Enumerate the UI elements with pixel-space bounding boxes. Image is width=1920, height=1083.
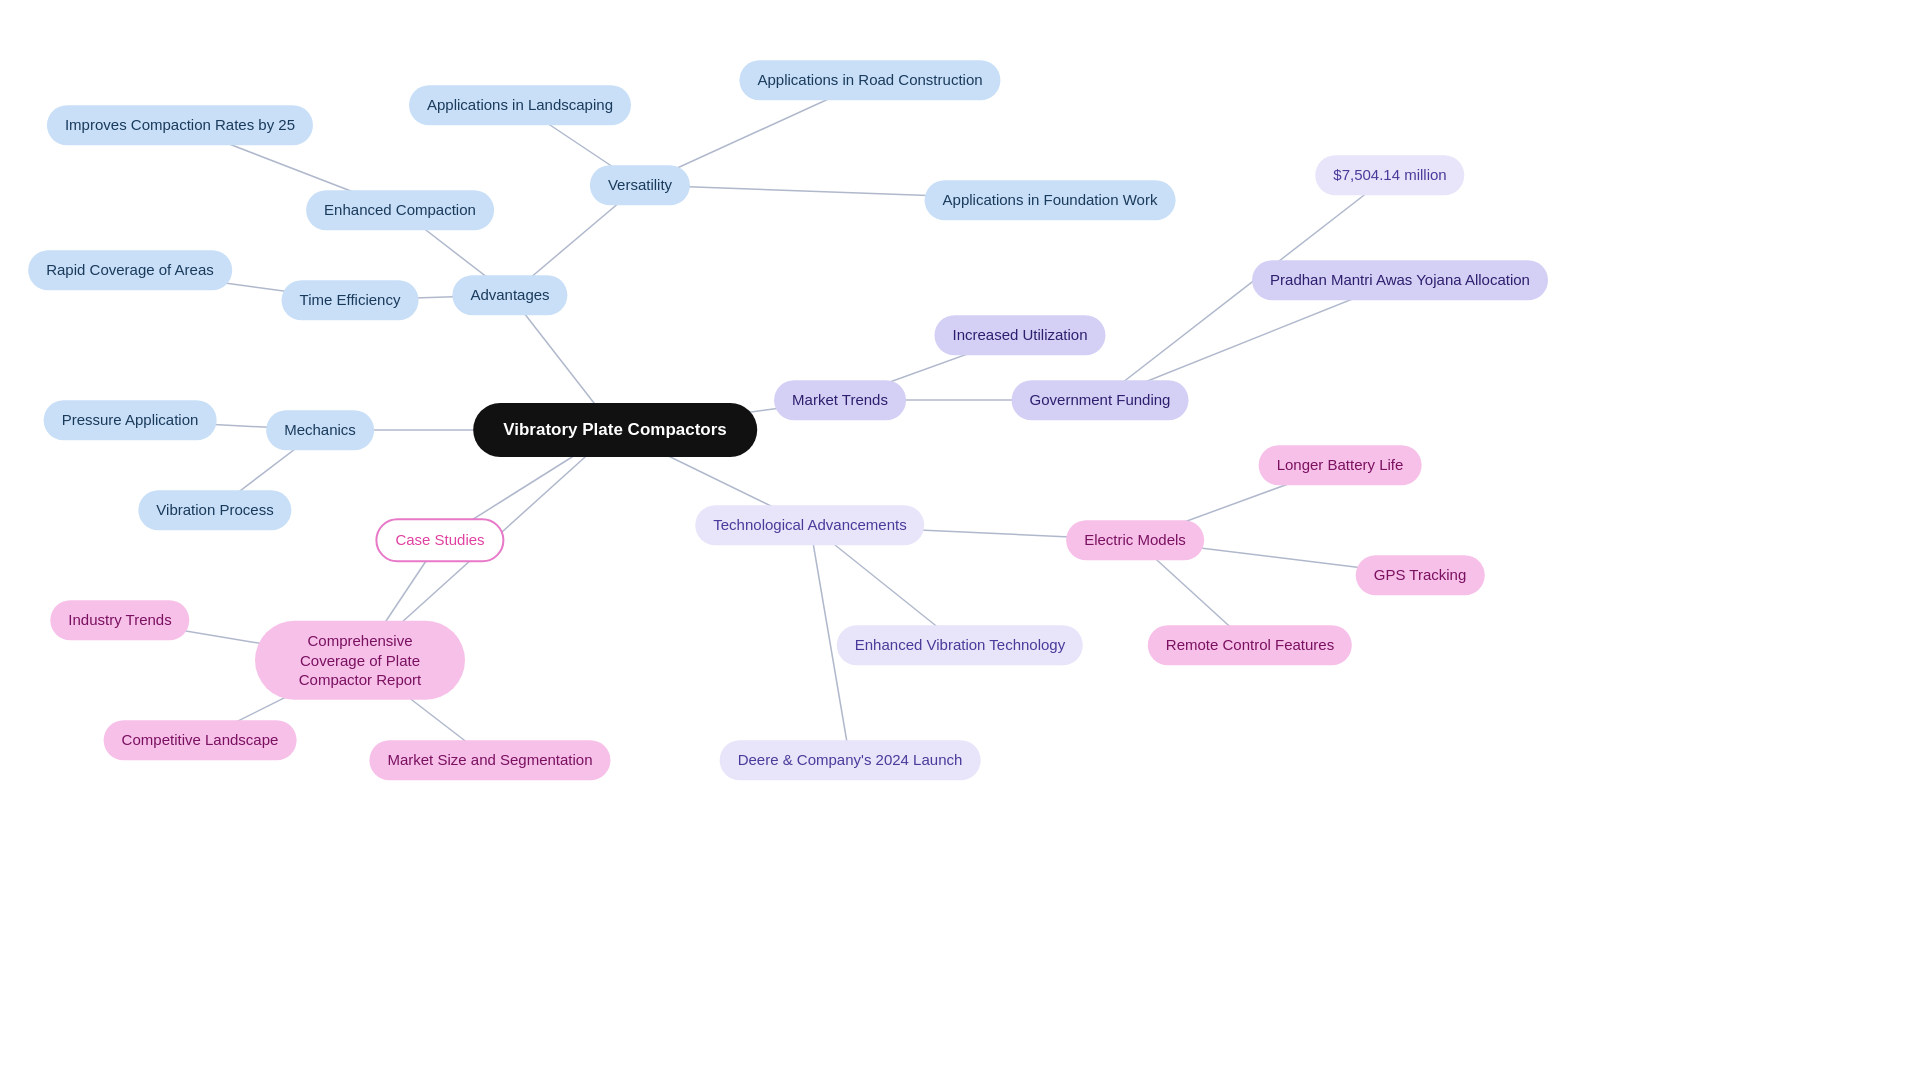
node-mechanics[interactable]: Mechanics [266, 410, 374, 450]
node-advantages[interactable]: Advantages [452, 275, 567, 315]
node-million[interactable]: $7,504.14 million [1315, 155, 1464, 195]
center-node[interactable]: Vibratory Plate Compactors [473, 403, 757, 457]
node-deere-launch[interactable]: Deere & Company's 2024 Launch [720, 740, 981, 780]
node-tech-advancements[interactable]: Technological Advancements [695, 505, 924, 545]
node-comprehensive[interactable]: Comprehensive Coverage of Plate Compacto… [255, 621, 465, 700]
node-market-size[interactable]: Market Size and Segmentation [369, 740, 610, 780]
node-enhanced-compaction[interactable]: Enhanced Compaction [306, 190, 494, 230]
node-versatility[interactable]: Versatility [590, 165, 690, 205]
node-increased-utilization[interactable]: Increased Utilization [934, 315, 1105, 355]
node-case-studies[interactable]: Case Studies [375, 518, 504, 562]
node-vibration-process[interactable]: Vibration Process [138, 490, 291, 530]
node-gps-tracking[interactable]: GPS Tracking [1356, 555, 1485, 595]
node-market-trends[interactable]: Market Trends [774, 380, 906, 420]
node-road-construction[interactable]: Applications in Road Construction [739, 60, 1000, 100]
mind-map: Vibratory Plate Compactors Advantages Mech… [0, 0, 1920, 1083]
node-competitive-landscape[interactable]: Competitive Landscape [104, 720, 297, 760]
node-rapid-coverage[interactable]: Rapid Coverage of Areas [28, 250, 232, 290]
node-foundation-work[interactable]: Applications in Foundation Work [925, 180, 1176, 220]
node-pressure-application[interactable]: Pressure Application [44, 400, 217, 440]
node-remote-control[interactable]: Remote Control Features [1148, 625, 1352, 665]
connection-lines [0, 0, 1920, 1083]
node-landscaping[interactable]: Applications in Landscaping [409, 85, 631, 125]
node-improves-compaction[interactable]: Improves Compaction Rates by 25 [47, 105, 313, 145]
node-time-efficiency[interactable]: Time Efficiency [282, 280, 419, 320]
node-government-funding[interactable]: Government Funding [1012, 380, 1189, 420]
node-pradhan[interactable]: Pradhan Mantri Awas Yojana Allocation [1252, 260, 1548, 300]
node-industry-trends[interactable]: Industry Trends [50, 600, 189, 640]
node-enhanced-vibration[interactable]: Enhanced Vibration Technology [837, 625, 1083, 665]
node-longer-battery[interactable]: Longer Battery Life [1259, 445, 1422, 485]
node-electric-models[interactable]: Electric Models [1066, 520, 1204, 560]
